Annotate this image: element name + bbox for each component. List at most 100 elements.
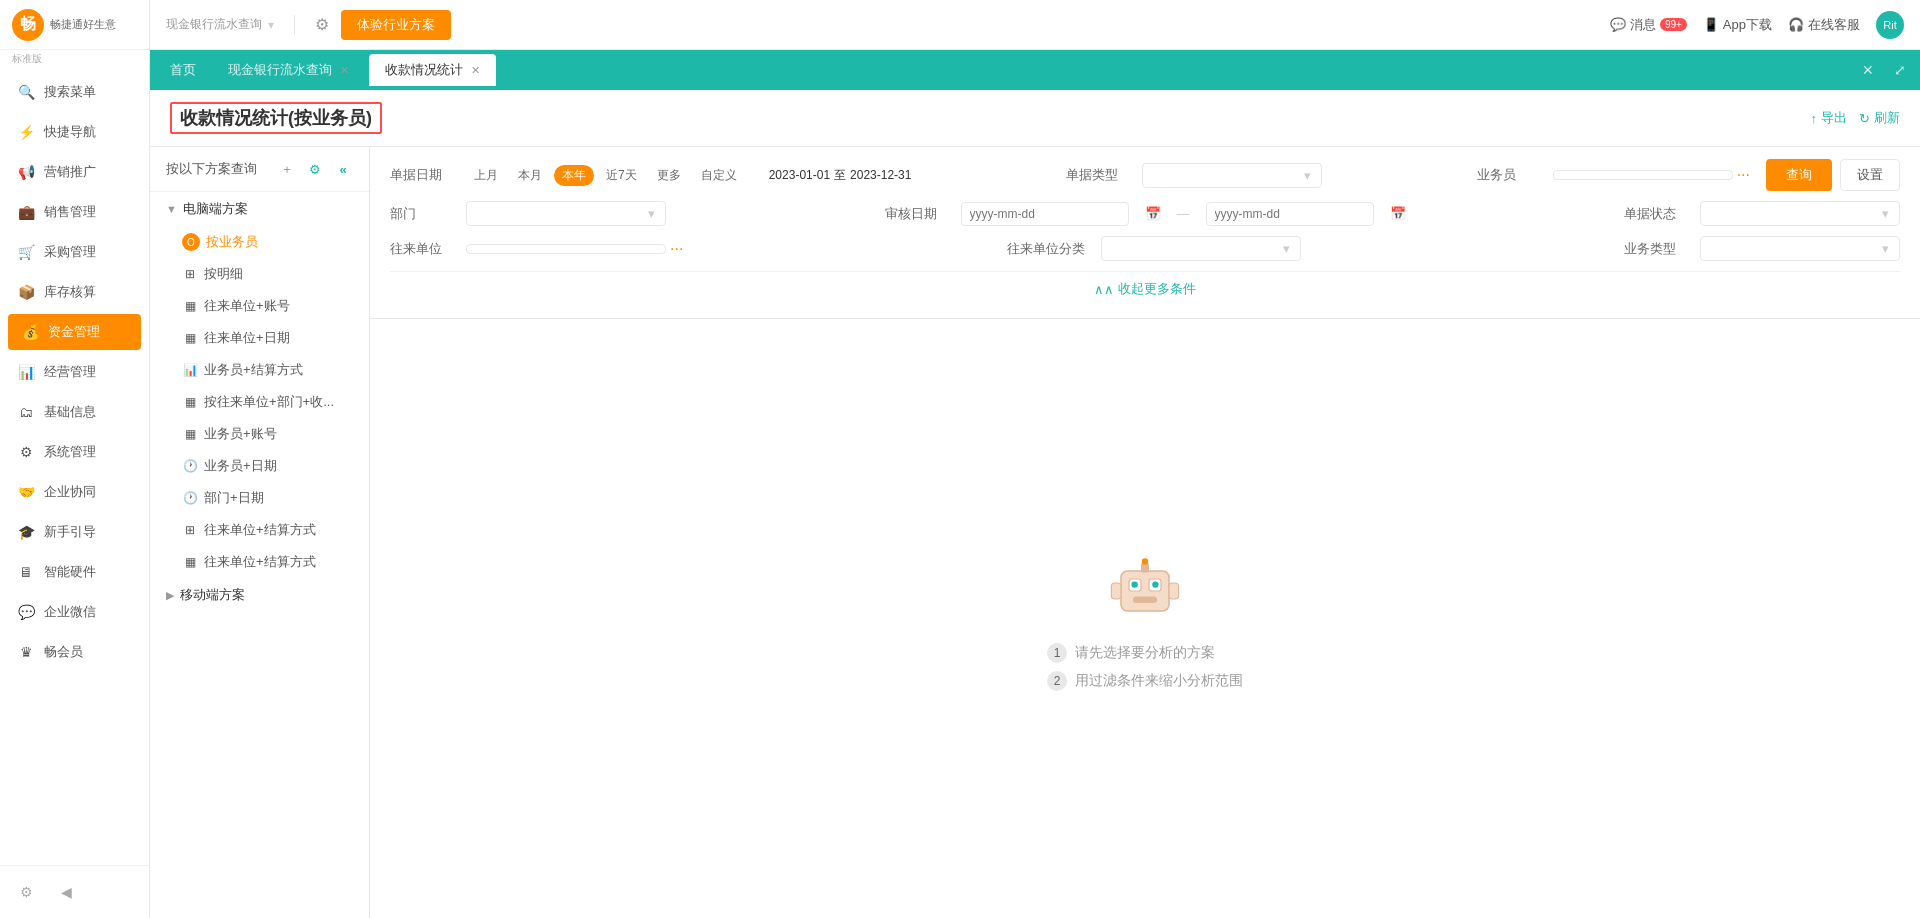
sidebar-item-operation[interactable]: 📊经营管理 [0, 352, 149, 392]
scheme-item-salesperson-date[interactable]: 🕐 业务员+日期 [150, 450, 369, 482]
refresh-btn[interactable]: ↻ 刷新 [1859, 109, 1900, 127]
message-btn[interactable]: 💬 消息 99+ [1610, 16, 1687, 34]
message-icon: 💬 [1610, 17, 1626, 32]
scheme-label-dept-date: 部门+日期 [204, 489, 264, 507]
sidebar-item-search[interactable]: 🔍搜索菜单 [0, 72, 149, 112]
mobile-group-expand-icon: ▶ [166, 589, 174, 602]
review-date-label: 审核日期 [885, 205, 945, 223]
scheme-item-unit-account[interactable]: ▦ 往来单位+账号 [150, 290, 369, 322]
sidebar-label-hardware: 智能硬件 [44, 563, 96, 581]
table-icon-3: ▦ [182, 394, 198, 410]
scheme-item-unit-settlement-2[interactable]: ▦ 往来单位+结算方式 [150, 546, 369, 578]
date-dash: — [1177, 206, 1190, 221]
doc-type-select[interactable]: ▾ [1142, 163, 1322, 188]
date-tab-this-year[interactable]: 本年 [554, 165, 594, 186]
sales-icon: 💼 [16, 202, 36, 222]
scheme-item-unit-dept-receive[interactable]: ▦ 按往来单位+部门+收... [150, 386, 369, 418]
tab-home[interactable]: 首页 [158, 61, 208, 79]
data-area: 1 请先选择要分析的方案 2 用过滤条件来缩小分析范围 [370, 319, 1920, 918]
sidebar-item-member[interactable]: ♛畅会员 [0, 632, 149, 672]
scheme-item-unit-settlement-1[interactable]: ⊞ 往来单位+结算方式 [150, 514, 369, 546]
scheme-item-salesperson-settlement[interactable]: 📊 业务员+结算方式 [150, 354, 369, 386]
system-icon: ⚙ [16, 442, 36, 462]
scheme-label-unit-date: 往来单位+日期 [204, 329, 290, 347]
desktop-group-header[interactable]: ▼ 电脑端方案 [150, 192, 369, 226]
date-tab-last-month[interactable]: 上月 [466, 165, 506, 186]
business-type-select[interactable]: ▾ [1700, 236, 1900, 261]
sidebar-settings-btn[interactable]: ⚙ [12, 878, 40, 906]
scheme-label-unit-account: 往来单位+账号 [204, 297, 290, 315]
sidebar-item-corp[interactable]: 🤝企业协同 [0, 472, 149, 512]
scheme-item-unit-date[interactable]: ▦ 往来单位+日期 [150, 322, 369, 354]
scheme-item-detail[interactable]: ⊞ 按明细 [150, 258, 369, 290]
topbar-gear-btn[interactable]: ⚙ [315, 15, 329, 34]
sidebar-item-basic[interactable]: 🗂基础信息 [0, 392, 149, 432]
counterparty-select[interactable] [466, 244, 666, 254]
sidebar-item-quicknav[interactable]: ⚡快捷导航 [0, 112, 149, 152]
query-btn[interactable]: 查询 [1766, 159, 1832, 191]
step-num-1: 1 [1047, 643, 1067, 663]
mobile-group-header[interactable]: ▶ 移动端方案 [150, 578, 369, 612]
collapse-filters-btn[interactable]: ∧∧ 收起更多条件 [390, 271, 1900, 306]
counterparty-more-btn[interactable]: ··· [670, 240, 683, 258]
salesperson-select[interactable] [1553, 170, 1733, 180]
panel-collapse-btn[interactable]: « [333, 159, 353, 179]
sidebar-collapse-btn[interactable]: ◀ [52, 878, 80, 906]
sidebar-item-wechat[interactable]: 💬企业微信 [0, 592, 149, 632]
scheme-label-sp-settlement: 业务员+结算方式 [204, 361, 303, 379]
scheme-label-sp-account: 业务员+账号 [204, 425, 277, 443]
online-service-btn[interactable]: 🎧 在线客服 [1788, 16, 1860, 34]
export-btn[interactable]: ↑ 导出 [1811, 109, 1848, 127]
sidebar-item-guide[interactable]: 🎓新手引导 [0, 512, 149, 552]
doc-type-label: 单据类型 [1066, 166, 1126, 184]
review-date-from-input[interactable] [961, 202, 1129, 226]
sidebar-item-sales[interactable]: 💼 销售管理 [0, 192, 149, 232]
dept-select[interactable]: ▾ [466, 201, 666, 226]
svg-rect-8 [1111, 583, 1121, 599]
sidebar-item-system[interactable]: ⚙系统管理 [0, 432, 149, 472]
left-panel-title: 按以下方案查询 [166, 160, 269, 178]
collapse-label: 收起更多条件 [1118, 280, 1196, 298]
setting-btn[interactable]: 设置 [1840, 159, 1900, 191]
topbar-dropdown-icon[interactable]: ▾ [268, 18, 274, 32]
counterparty-label: 往来单位 [390, 240, 450, 258]
sidebar-item-marketing[interactable]: 📢营销推广 [0, 152, 149, 192]
date-tab-more[interactable]: 更多 [649, 165, 689, 186]
operation-icon: 📊 [16, 362, 36, 382]
sidebar-item-hardware[interactable]: 🖥智能硬件 [0, 552, 149, 592]
headset-icon: 🎧 [1788, 17, 1804, 32]
sidebar-item-inventory[interactable]: 📦库存核算 [0, 272, 149, 312]
scheme-settings-btn[interactable]: ⚙ [305, 159, 325, 179]
sidebar-label-purchase: 采购管理 [44, 243, 96, 261]
tab-receipt-stat[interactable]: 收款情况统计 ✕ [369, 54, 496, 86]
filter-area: 单据日期 上月 本月 本年 近7天 更多 自定义 2023-01-01 至 [370, 147, 1920, 319]
add-scheme-btn[interactable]: + [277, 159, 297, 179]
review-date-to-input[interactable] [1206, 202, 1374, 226]
salesperson-more-btn[interactable]: ··· [1737, 166, 1750, 184]
app-download-btn[interactable]: 📱 App下载 [1703, 16, 1772, 34]
tab-maximize-btn[interactable]: ⤢ [1888, 58, 1912, 82]
tab-bank-flow[interactable]: 现金银行流水查询 ✕ [212, 54, 365, 86]
cal-icon-2[interactable]: 📅 [1390, 206, 1406, 221]
date-tab-custom[interactable]: 自定义 [693, 165, 745, 186]
counterparty-cat-select[interactable]: ▾ [1101, 236, 1301, 261]
demo-btn[interactable]: 体验行业方案 [341, 10, 451, 40]
cal-icon-1[interactable]: 📅 [1145, 206, 1161, 221]
doc-status-select[interactable]: ▾ [1700, 201, 1900, 226]
scheme-item-salesperson-account[interactable]: ▦ 业务员+账号 [150, 418, 369, 450]
tab-receipt-stat-close[interactable]: ✕ [471, 64, 480, 77]
sidebar-item-finance[interactable]: 💰资金管理 [8, 314, 141, 350]
basic-icon: 🗂 [16, 402, 36, 422]
svg-rect-5 [1133, 596, 1157, 602]
tab-bank-flow-close[interactable]: ✕ [340, 64, 349, 77]
scheme-item-by-salesperson[interactable]: O 按业务员 [150, 226, 369, 258]
tab-close-all-btn[interactable]: ✕ [1856, 58, 1880, 82]
scheme-item-dept-date[interactable]: 🕐 部门+日期 [150, 482, 369, 514]
date-to: 2023-12-31 [850, 168, 911, 182]
user-avatar[interactable]: Rit [1876, 11, 1904, 39]
date-tab-7days[interactable]: 近7天 [598, 165, 645, 186]
page-header: 收款情况统计(按业务员) ↑ 导出 ↻ 刷新 [150, 90, 1920, 147]
sidebar-label-sales: 销售管理 [44, 203, 96, 221]
date-tab-this-month[interactable]: 本月 [510, 165, 550, 186]
sidebar-item-purchase[interactable]: 🛒采购管理 [0, 232, 149, 272]
